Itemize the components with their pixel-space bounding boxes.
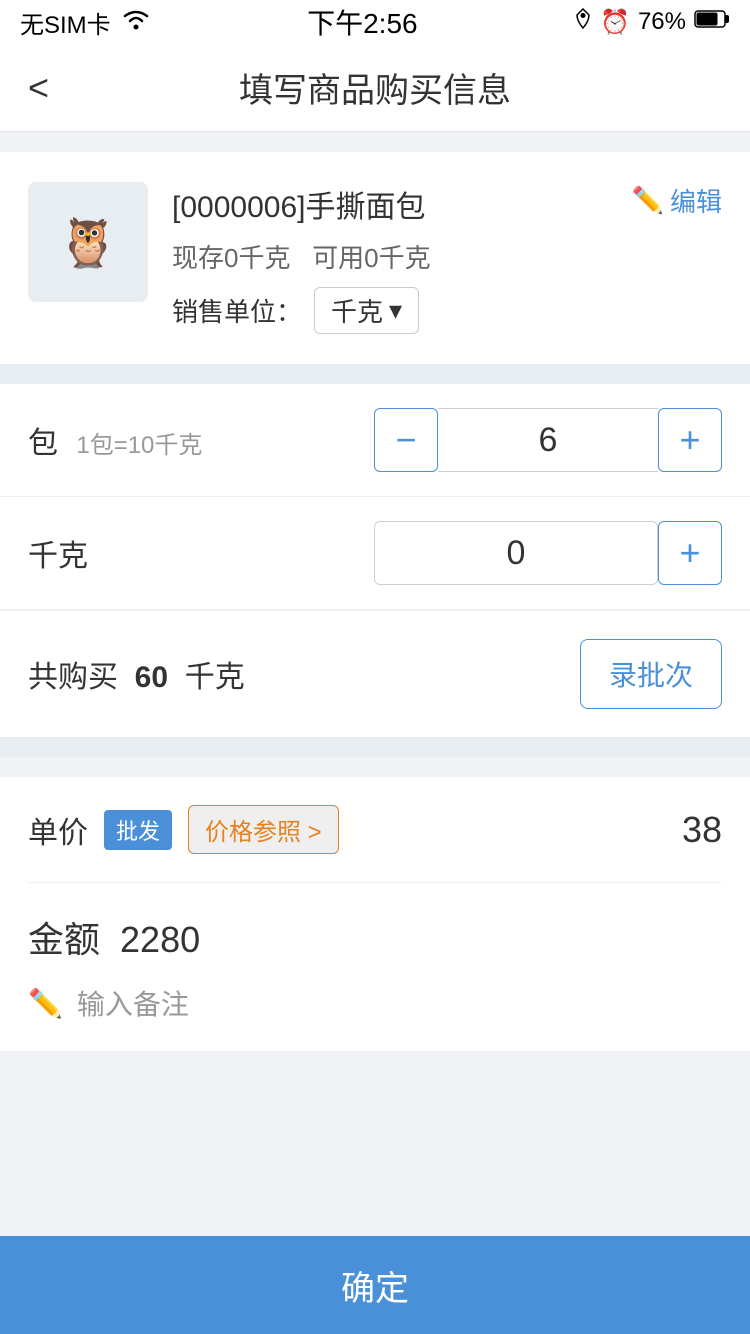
separator-2 [0,737,750,757]
status-bar: 无SIM卡 下午2:56 ⏰ 76% [0,0,750,44]
alarm-icon: ⏰ [600,8,630,37]
product-card: 🦉 [0000006]手撕面包 现存0千克 可用0千克 销售单位： 千克 ▾ ✏… [0,152,750,364]
edit-button[interactable]: ✏️ 编辑 [632,182,722,219]
separator-1 [0,364,750,384]
unit-dropdown[interactable]: 千克 ▾ [314,287,419,334]
kg-input-row: 千克 + [0,497,750,610]
bao-input-row: 包 1包=10千克 − + [0,384,750,497]
nav-bar: < 填写商品购买信息 [0,44,750,132]
kg-input[interactable] [374,521,658,585]
product-logo: 🦉 [58,214,118,271]
product-unit-row: 销售单位： 千克 ▾ [172,287,722,334]
main-content: 🦉 [0000006]手撕面包 现存0千克 可用0千克 销售单位： 千克 ▾ ✏… [0,152,750,1151]
time-display: 下午2:56 [307,2,418,42]
kg-plus-button[interactable]: + [658,521,722,585]
battery-icon [694,8,730,36]
remark-row[interactable]: ✏️ 输入备注 [28,983,722,1023]
wifi-icon [121,8,151,37]
back-button[interactable]: < [28,67,49,109]
chevron-down-icon: ▾ [389,295,402,326]
price-value: 38 [682,809,722,851]
price-tag: 批发 [104,810,172,850]
total-text: 共购买 60 千克 [28,652,245,696]
price-section: 单价 批发 价格参照 > 38 [0,777,750,883]
amount-row: 金额 2280 [28,911,722,963]
battery-label: 76% [638,8,686,36]
bao-controls: − + [374,408,722,472]
status-left: 无SIM卡 [20,5,151,40]
page-title: 填写商品购买信息 [239,63,511,112]
confirm-bar[interactable]: 确定 [0,1236,750,1334]
location-icon [574,8,592,37]
bao-plus-button[interactable]: + [658,408,722,472]
pencil-icon: ✏️ [28,987,63,1020]
amount-value: 2280 [120,919,200,960]
amount-section: 金额 2280 ✏️ 输入备注 [0,883,750,1051]
price-ref-button[interactable]: 价格参照 > [188,805,339,854]
price-row: 单价 批发 价格参照 > 38 [28,805,722,883]
bao-minus-button[interactable]: − [374,408,438,472]
input-section: 包 1包=10千克 − + 千克 + [0,384,750,610]
kg-label: 千克 [28,531,374,575]
kg-controls: + [374,521,722,585]
product-stock: 现存0千克 可用0千克 [172,238,722,275]
total-row: 共购买 60 千克 录批次 [0,610,750,737]
confirm-button[interactable]: 确定 [341,1261,409,1310]
batch-button[interactable]: 录批次 [580,639,722,709]
bao-input[interactable] [438,408,658,472]
edit-icon: ✏️ [632,185,664,216]
carrier-label: 无SIM卡 [20,5,111,40]
product-thumbnail: 🦉 [28,182,148,302]
bao-label: 包 1包=10千克 [28,418,374,462]
status-right: ⏰ 76% [574,8,730,37]
